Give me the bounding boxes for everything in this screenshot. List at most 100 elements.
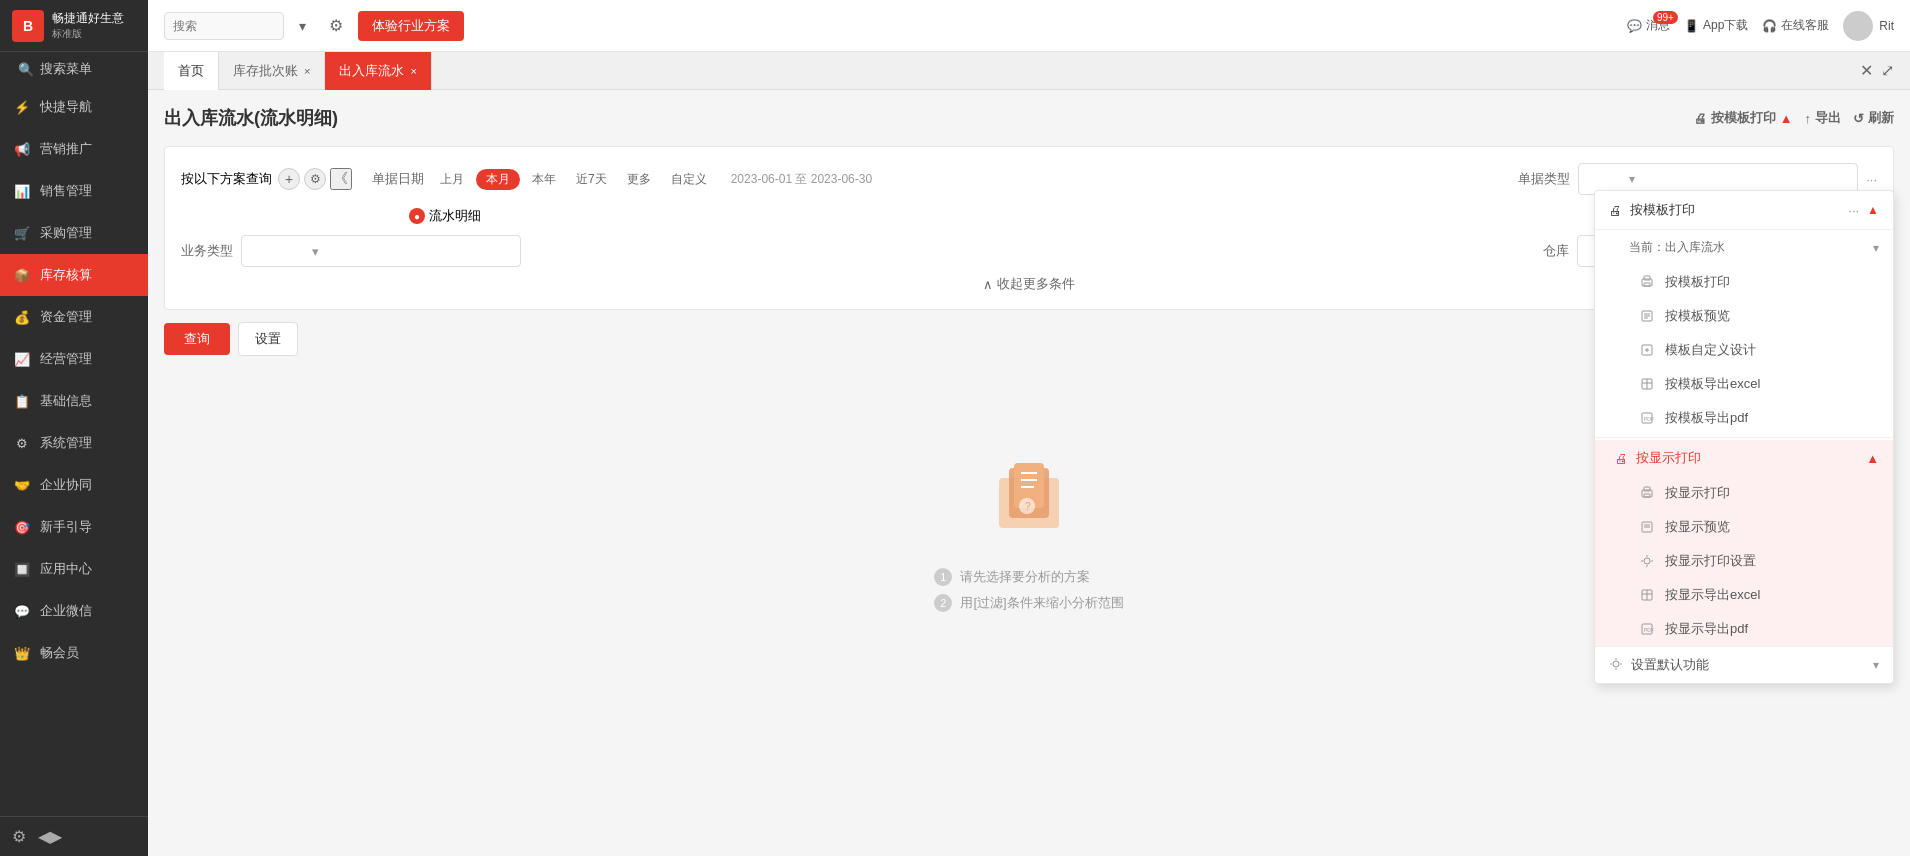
panel-template-print-label: 按模板打印 bbox=[1665, 273, 1730, 291]
collapse-conditions-button[interactable]: ∧ 收起更多条件 bbox=[983, 275, 1075, 293]
doc-type-more-btn[interactable]: ··· bbox=[1866, 172, 1877, 187]
panel-footer[interactable]: 设置默认功能 ▾ bbox=[1595, 646, 1893, 683]
query-label-area: 按以下方案查询 + ⚙ 《 bbox=[181, 168, 352, 190]
display-print-items: 按显示打印 按显示预览 按显示打印设置 bbox=[1595, 476, 1893, 646]
sidebar-item-guide[interactable]: 🎯 新手引导 bbox=[0, 506, 148, 548]
display-excel-icon bbox=[1639, 587, 1655, 603]
topbar-right: 💬 消息 99+ 📱 App下载 🎧 在线客服 Rit bbox=[1627, 11, 1894, 41]
online-service-button[interactable]: 🎧 在线客服 bbox=[1762, 17, 1829, 34]
panel-item-display-print[interactable]: 按显示打印 bbox=[1595, 476, 1893, 510]
collapse-sidebar-icon[interactable]: ◀▶ bbox=[38, 827, 62, 846]
sidebar-item-basic-info[interactable]: 📋 基础信息 bbox=[0, 380, 148, 422]
sidebar-item-member[interactable]: 👑 畅会员 bbox=[0, 632, 148, 674]
finance-icon: 💰 bbox=[12, 307, 32, 327]
date-option-last-month[interactable]: 上月 bbox=[432, 169, 472, 190]
business-type-label: 业务类型 bbox=[181, 242, 233, 260]
display-pdf-icon: PDF bbox=[1639, 621, 1655, 637]
sidebar-item-sales[interactable]: 📊 销售管理 bbox=[0, 170, 148, 212]
export-button[interactable]: ↑ 导出 bbox=[1805, 109, 1842, 127]
inventory-icon: 📦 bbox=[12, 265, 32, 285]
sidebar-item-label: 企业微信 bbox=[40, 602, 92, 620]
message-button[interactable]: 💬 消息 99+ bbox=[1627, 17, 1670, 34]
print-label: 按模板打印 bbox=[1711, 109, 1776, 127]
empty-step-2: 2 用[过滤]条件来缩小分析范围 bbox=[934, 594, 1123, 612]
tabs-bar: 首页 库存批次账 × 出入库流水 × ✕ ⤢ bbox=[148, 52, 1910, 90]
panel-item-template-excel[interactable]: 按模板导出excel bbox=[1595, 367, 1893, 401]
tab-home[interactable]: 首页 bbox=[164, 52, 219, 90]
tab-flow[interactable]: 出入库流水 × bbox=[325, 52, 431, 90]
app-download-button[interactable]: 📱 App下载 bbox=[1684, 17, 1748, 34]
panel-item-display-excel[interactable]: 按显示导出excel bbox=[1595, 578, 1893, 612]
panel-item-display-pdf[interactable]: PDF 按显示导出pdf bbox=[1595, 612, 1893, 646]
panel-item-template-custom[interactable]: 模板自定义设计 bbox=[1595, 333, 1893, 367]
sidebar-item-label: 基础信息 bbox=[40, 392, 92, 410]
panel-item-template-preview[interactable]: 按模板预览 bbox=[1595, 299, 1893, 333]
empty-state-illustration: ? bbox=[979, 448, 1079, 548]
sidebar-item-app-center[interactable]: 🔲 应用中心 bbox=[0, 548, 148, 590]
panel-divider bbox=[1595, 437, 1893, 438]
sidebar-item-system[interactable]: ⚙ 系统管理 bbox=[0, 422, 148, 464]
filter-add-button[interactable]: + bbox=[278, 168, 300, 190]
tab-flow-close[interactable]: × bbox=[410, 65, 416, 77]
window-close-button[interactable]: ✕ bbox=[1860, 61, 1873, 80]
export-label: 导出 bbox=[1815, 109, 1841, 127]
sidebar-item-marketing[interactable]: 📢 营销推广 bbox=[0, 128, 148, 170]
date-option-this-year[interactable]: 本年 bbox=[524, 169, 564, 190]
panel-item-template-pdf[interactable]: PDF 按模板导出pdf bbox=[1595, 401, 1893, 435]
panel-more-icon[interactable]: ··· bbox=[1848, 203, 1859, 218]
tab-batch-account[interactable]: 库存批次账 × bbox=[219, 52, 325, 90]
settings-bottom-icon[interactable]: ⚙ bbox=[12, 827, 26, 846]
topbar-search-input[interactable] bbox=[164, 12, 284, 40]
sidebar-item-operations[interactable]: 📈 经营管理 bbox=[0, 338, 148, 380]
panel-item-template-print[interactable]: 按模板打印 bbox=[1595, 265, 1893, 299]
panel-footer-label: 设置默认功能 bbox=[1631, 656, 1709, 674]
sidebar-item-enterprise[interactable]: 🤝 企业协同 bbox=[0, 464, 148, 506]
date-option-this-month[interactable]: 本月 bbox=[476, 169, 520, 190]
panel-current-template[interactable]: 当前：出入库流水 ▾ bbox=[1595, 230, 1893, 265]
sidebar-item-inventory[interactable]: 📦 库存核算 bbox=[0, 254, 148, 296]
template-print-section: 按模板打印 按模板预览 模板自定义设计 bbox=[1595, 265, 1893, 435]
guide-icon: 🎯 bbox=[12, 517, 32, 537]
topbar-gear-button[interactable]: ⚙ bbox=[322, 12, 350, 40]
industry-solution-button[interactable]: 体验行业方案 bbox=[358, 11, 464, 41]
panel-print-icon: 🖨 bbox=[1609, 203, 1622, 218]
business-type-arrow: ▾ bbox=[312, 244, 319, 259]
topbar-search-dropdown[interactable]: ▾ bbox=[290, 14, 314, 38]
headset-icon: 🎧 bbox=[1762, 19, 1777, 33]
step-num-2: 2 bbox=[934, 594, 952, 612]
tab-batch-account-close[interactable]: × bbox=[304, 65, 310, 77]
settings-button[interactable]: 设置 bbox=[238, 322, 298, 356]
window-expand-button[interactable]: ⤢ bbox=[1881, 61, 1894, 80]
display-print-section-header[interactable]: 🖨 按显示打印 ▲ bbox=[1595, 440, 1893, 476]
panel-collapse-arrow[interactable]: ▲ bbox=[1867, 203, 1879, 217]
filter-collapse-button[interactable]: 《 bbox=[330, 168, 352, 190]
panel-footer-arrow: ▾ bbox=[1873, 658, 1879, 672]
query-button[interactable]: 查询 bbox=[164, 323, 230, 355]
sidebar-item-quick-nav[interactable]: ⚡ 快捷导航 bbox=[0, 86, 148, 128]
filter-settings-button[interactable]: ⚙ bbox=[304, 168, 326, 190]
page-title-actions: 🖨 按模板打印 ▲ ↑ 导出 ↺ 刷新 bbox=[1694, 109, 1894, 127]
sidebar-search[interactable]: 🔍 搜索菜单 bbox=[0, 52, 148, 86]
sidebar-item-purchase[interactable]: 🛒 采购管理 bbox=[0, 212, 148, 254]
sidebar-item-finance[interactable]: 💰 资金管理 bbox=[0, 296, 148, 338]
template-print-button[interactable]: 🖨 按模板打印 ▲ bbox=[1694, 109, 1793, 127]
print-arrow-up: ▲ bbox=[1780, 111, 1793, 126]
sidebar-nav: ⚡ 快捷导航 📢 营销推广 📊 销售管理 🛒 采购管理 📦 库存核算 💰 资金管… bbox=[0, 86, 148, 816]
tab-window-controls: ✕ ⤢ bbox=[1860, 61, 1894, 80]
panel-item-display-preview[interactable]: 按显示预览 bbox=[1595, 510, 1893, 544]
date-option-7-days[interactable]: 近7天 bbox=[568, 169, 615, 190]
waterflow-tag-area: ● 流水明细 bbox=[409, 207, 481, 225]
panel-item-display-print-settings[interactable]: 按显示打印设置 bbox=[1595, 544, 1893, 578]
refresh-button[interactable]: ↺ 刷新 bbox=[1853, 109, 1894, 127]
step-2-label: 用[过滤]条件来缩小分析范围 bbox=[960, 594, 1123, 612]
marketing-icon: 📢 bbox=[12, 139, 32, 159]
panel-preview-icon bbox=[1639, 308, 1655, 324]
sidebar-item-wecom[interactable]: 💬 企业微信 bbox=[0, 590, 148, 632]
date-option-more[interactable]: 更多 bbox=[619, 169, 659, 190]
user-avatar-area[interactable]: Rit bbox=[1843, 11, 1894, 41]
display-settings-icon bbox=[1639, 553, 1655, 569]
date-option-custom[interactable]: 自定义 bbox=[663, 169, 715, 190]
business-type-dropdown[interactable]: ▾ bbox=[241, 235, 521, 267]
display-section-title: 按显示打印 bbox=[1636, 449, 1701, 467]
date-filter-area: 单据日期 上月 本月 本年 近7天 更多 自定义 2023-06-01 至 20… bbox=[372, 169, 1498, 190]
